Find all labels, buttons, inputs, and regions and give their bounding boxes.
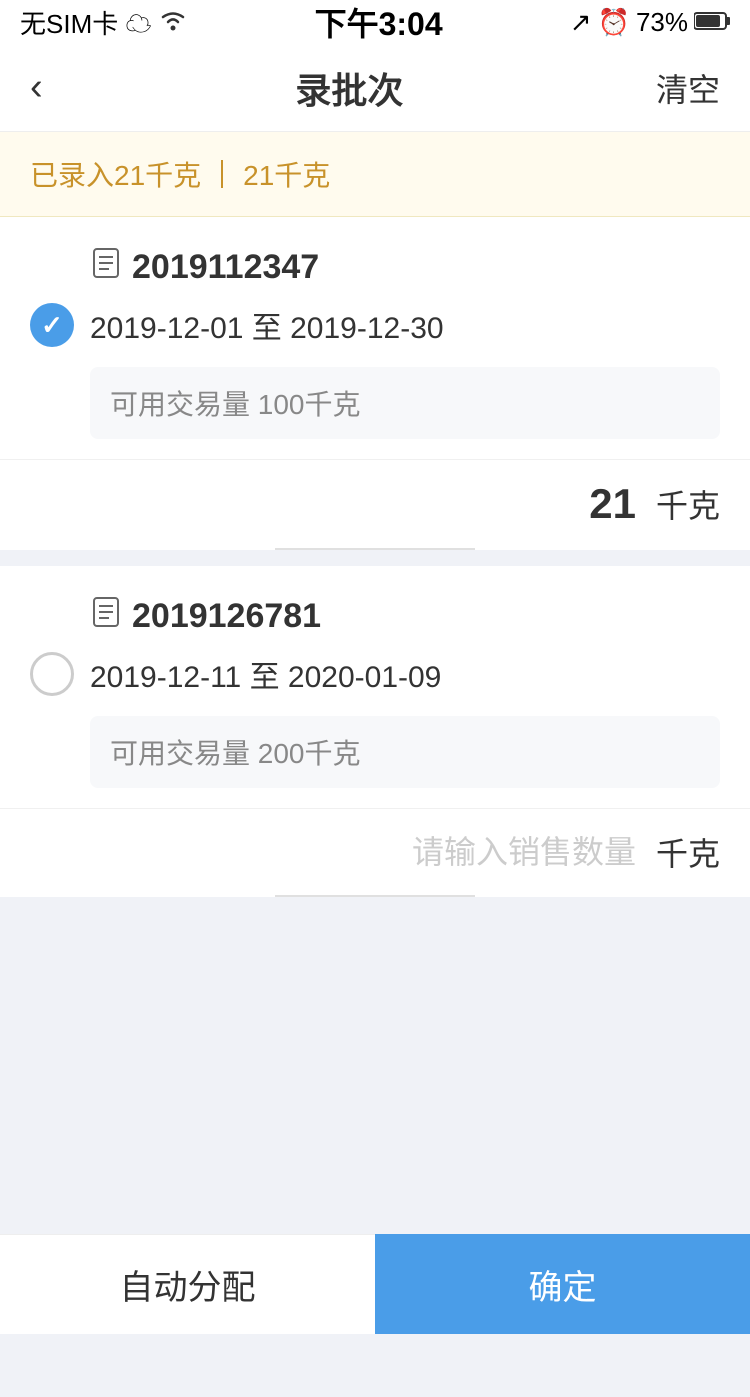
batch-id-row-1: 2019112347 (30, 247, 720, 287)
page-title: 录批次 (295, 62, 403, 114)
info-banner: 已录入21千克 21千克 (0, 132, 750, 217)
sim-status: 无SIM卡 ☁ (20, 4, 151, 41)
batch-date-1: 2019-12-01 至 2019-12-30 (90, 303, 444, 347)
bottom-bar: 自动分配 确定 (0, 1234, 750, 1334)
batch-item-1: 2019112347 ✓ 2019-12-01 至 2019-12-30 可用交… (0, 217, 750, 439)
batch-qty-text-1: 可用交易量 100千克 (110, 389, 361, 420)
content-area: 已录入21千克 21千克 2019112347 (0, 132, 750, 1397)
input-unit-2: 千克 (656, 829, 720, 875)
banner-divider (221, 160, 223, 188)
batch-card-1: 2019112347 ✓ 2019-12-01 至 2019-12-30 可用交… (0, 217, 750, 550)
location-icon: ↗ (570, 7, 592, 38)
batch-icon-2 (90, 596, 122, 636)
input-row-2: 千克 (0, 808, 750, 895)
battery-percent: 73% (636, 7, 688, 38)
amount-unit-1: 千克 (656, 481, 720, 527)
batch-date-2: 2019-12-11 至 2020-01-09 (90, 652, 441, 696)
batch-date-row-1[interactable]: ✓ 2019-12-01 至 2019-12-30 (30, 303, 720, 347)
recorded-label: 已录入21千克 (30, 154, 201, 194)
batch-item-2: 2019126781 2019-12-11 至 2020-01-09 可用交易量… (0, 566, 750, 788)
status-right: ↗ ⏰ 73% (570, 7, 730, 38)
time-display: 下午3:04 (315, 0, 443, 45)
batch-card-2: 2019126781 2019-12-11 至 2020-01-09 可用交易量… (0, 566, 750, 897)
alarm-icon: ⏰ (598, 7, 630, 38)
qty-input-2[interactable] (30, 834, 636, 871)
section-divider (0, 550, 750, 566)
recorded-value: 21千克 (243, 154, 330, 194)
batch-qty-row-1: 可用交易量 100千克 (90, 367, 720, 439)
battery-icon (694, 7, 730, 38)
batch-id-row-2: 2019126781 (30, 596, 720, 636)
confirm-button[interactable]: 确定 (375, 1234, 750, 1334)
nav-bar: ‹ 录批次 清空 (0, 44, 750, 132)
batch-id-1: 2019112347 (132, 248, 319, 287)
batch-icon-1 (90, 247, 122, 287)
amount-row-1: 21 千克 (0, 459, 750, 548)
amount-value-1: 21 (589, 480, 636, 528)
wifi-icon (159, 7, 187, 38)
batch-id-2: 2019126781 (132, 597, 321, 636)
batch-qty-text-2: 可用交易量 200千克 (110, 738, 361, 769)
status-bar: 无SIM卡 ☁ 下午3:04 ↗ ⏰ 73% (0, 0, 750, 44)
radio-1[interactable]: ✓ (30, 303, 74, 347)
checkmark-1: ✓ (41, 310, 63, 341)
page: 无SIM卡 ☁ 下午3:04 ↗ ⏰ 73% (0, 0, 750, 1397)
clear-button[interactable]: 清空 (656, 65, 720, 111)
radio-2[interactable] (30, 652, 74, 696)
batch-qty-row-2: 可用交易量 200千克 (90, 716, 720, 788)
batch-date-row-2[interactable]: 2019-12-11 至 2020-01-09 (30, 652, 720, 696)
auto-distribute-button[interactable]: 自动分配 (0, 1234, 375, 1334)
status-left: 无SIM卡 ☁ (20, 4, 187, 41)
back-button[interactable]: ‹ (30, 66, 43, 109)
